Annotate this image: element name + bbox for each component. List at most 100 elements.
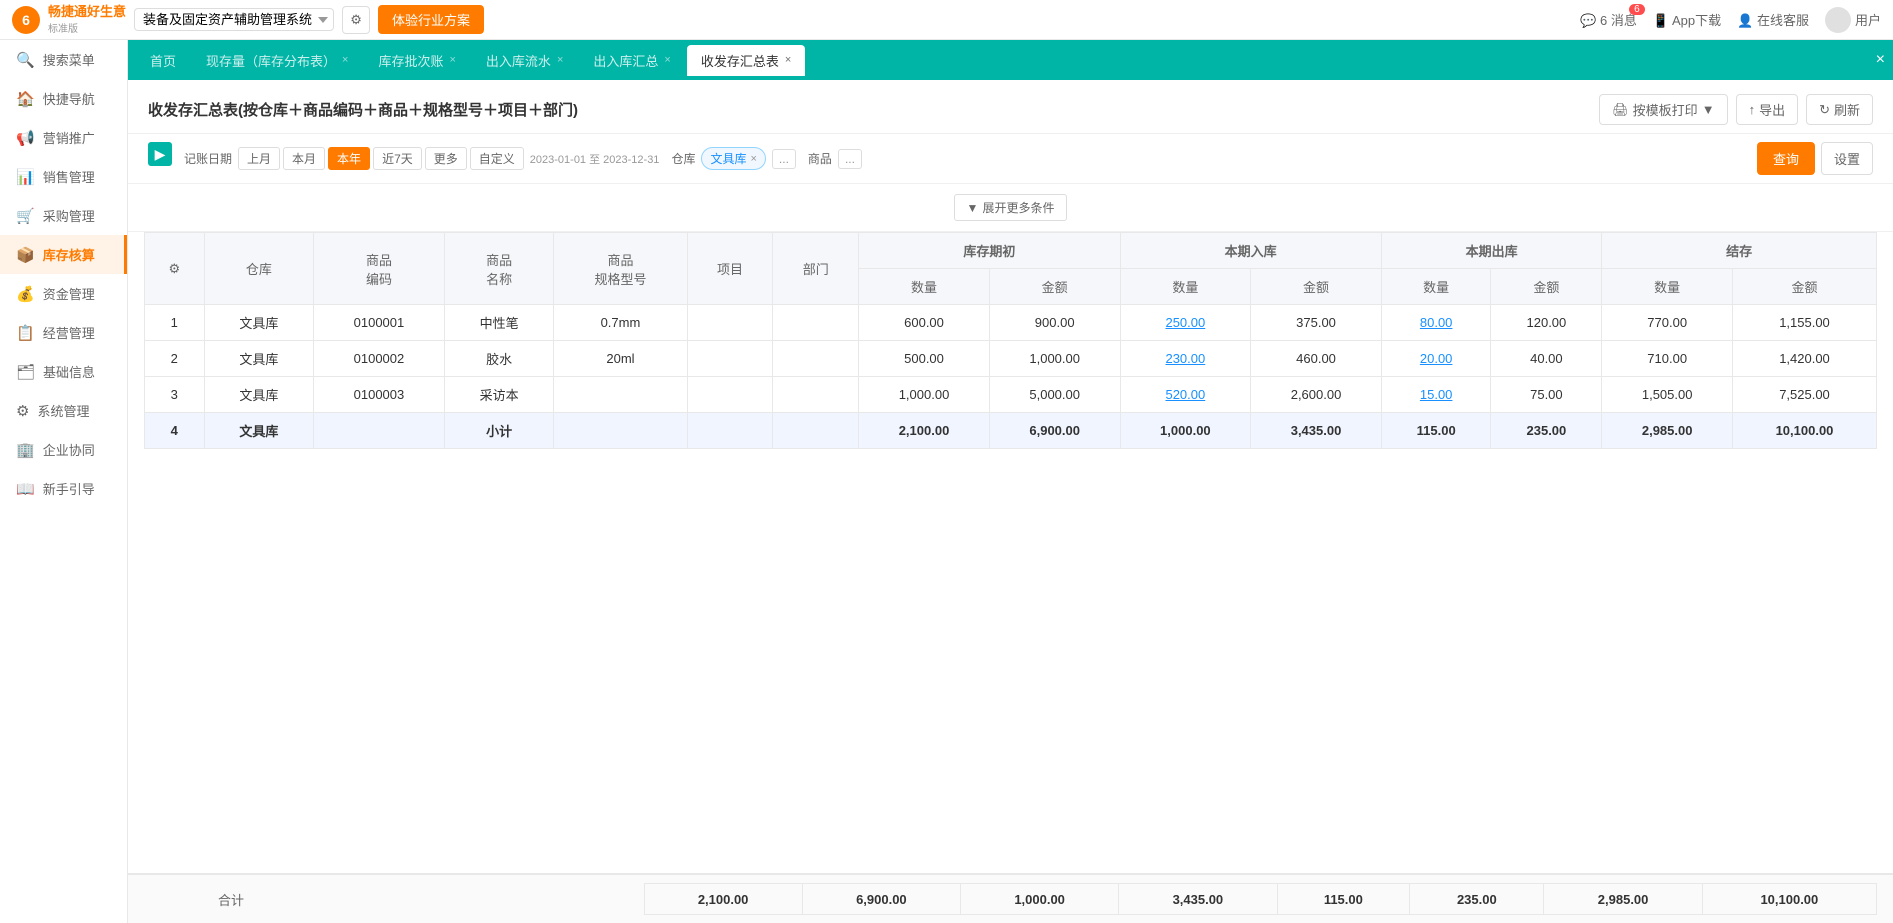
warehouse-filter-section: 仓库 文具库 × ... xyxy=(671,147,795,170)
row-out-qty[interactable]: 15.00 xyxy=(1381,377,1491,413)
sidebar-item-guide[interactable]: 📖 新手引导 xyxy=(0,469,127,508)
app-download[interactable]: 📱 App下载 xyxy=(1653,10,1721,29)
trial-btn[interactable]: 体验行业方案 xyxy=(378,5,484,34)
online-service[interactable]: 👤 在线客服 xyxy=(1737,10,1809,29)
warehouse-tag-close[interactable]: × xyxy=(750,153,756,165)
row-goods-name: 中性笔 xyxy=(444,305,554,341)
row-in-qty[interactable]: 520.00 xyxy=(1120,377,1251,413)
expand-conditions-btn[interactable]: ▼ 展开更多条件 xyxy=(954,194,1068,221)
date-btn-7days[interactable]: 近7天 xyxy=(373,147,422,170)
sidebar-item-marketing[interactable]: 📢 营销推广 xyxy=(0,118,127,157)
sidebar-item-finance[interactable]: 💰 资金管理 xyxy=(0,274,127,313)
sidebar-label-corp: 企业协同 xyxy=(43,440,95,459)
settings-btn[interactable]: ⚙ xyxy=(342,6,370,34)
export-btn[interactable]: ↑ 导出 xyxy=(1736,94,1799,125)
row-dept xyxy=(773,377,859,413)
tab-close-inout-flow[interactable]: × xyxy=(557,54,563,66)
print-btn[interactable]: 🖨 按模板打印 ▼ xyxy=(1599,94,1727,125)
refresh-btn[interactable]: ↻ 刷新 xyxy=(1806,94,1873,125)
date-options: 上月 本月 本年 近7天 更多 自定义 xyxy=(238,147,524,170)
col-bal-qty: 数量 xyxy=(1602,269,1733,305)
expand-row: ▼ 展开更多条件 xyxy=(128,184,1893,232)
sidebar-item-inventory[interactable]: 📦 库存核算 xyxy=(0,235,127,274)
row-goods-name: 小计 xyxy=(444,413,554,449)
sidebar-label-guide: 新手引导 xyxy=(43,479,95,498)
tab-close-inventory-dist[interactable]: × xyxy=(342,54,348,66)
date-btn-this-year[interactable]: 本年 xyxy=(328,147,370,170)
table-wrapper: ⚙ 仓库 商品编码 商品名称 商品规格型号 项目 部门 库存期初 本期入库 本期… xyxy=(128,232,1893,873)
home-icon: 🏠 xyxy=(16,90,35,108)
tab-close-inout-summary[interactable]: × xyxy=(664,54,670,66)
row-in-qty[interactable]: 230.00 xyxy=(1120,341,1251,377)
row-out-qty[interactable]: 20.00 xyxy=(1381,341,1491,377)
row-goods-code: 0100003 xyxy=(314,377,445,413)
settings-filter-btn[interactable]: 设置 xyxy=(1821,142,1873,175)
row-in-qty[interactable]: 1,000.00 xyxy=(1120,413,1251,449)
finance-icon: 💰 xyxy=(16,285,35,303)
tab-inventory-dist[interactable]: 现存量（库存分布表） × xyxy=(192,45,362,76)
sidebar-item-base-info[interactable]: 🗂 基础信息 xyxy=(0,352,127,391)
goods-ellipsis-btn[interactable]: ... xyxy=(838,149,862,169)
footer-opening-amt: 6,900.00 xyxy=(802,884,960,915)
notification-bell[interactable]: 💬 6 6 6 消息 xyxy=(1580,10,1637,29)
row-project xyxy=(687,413,773,449)
tab-close-batch-ledger[interactable]: × xyxy=(449,54,455,66)
row-opening-qty: 500.00 xyxy=(859,341,990,377)
row-bal-amt: 7,525.00 xyxy=(1733,377,1877,413)
row-bal-amt: 1,155.00 xyxy=(1733,305,1877,341)
date-filter-section: 记账日期 上月 本月 本年 近7天 更多 自定义 2023-01-01 至 20… xyxy=(184,147,659,170)
row-out-qty[interactable]: 80.00 xyxy=(1381,305,1491,341)
sidebar-item-operations[interactable]: 📋 经营管理 xyxy=(0,313,127,352)
sidebar-item-purchase[interactable]: 🛒 采购管理 xyxy=(0,196,127,235)
tab-bar-close[interactable]: × xyxy=(1876,51,1885,69)
guide-icon: 📖 xyxy=(16,480,35,498)
tab-batch-ledger[interactable]: 库存批次账 × xyxy=(364,45,469,76)
row-in-qty[interactable]: 250.00 xyxy=(1120,305,1251,341)
col-header-dept: 部门 xyxy=(773,233,859,305)
row-bal-qty: 2,985.00 xyxy=(1602,413,1733,449)
row-warehouse: 文具库 xyxy=(204,341,314,377)
query-btn[interactable]: 查询 xyxy=(1757,142,1815,175)
warehouse-ellipsis-btn[interactable]: ... xyxy=(772,149,796,169)
sidebar-item-quick-nav[interactable]: 🏠 快捷导航 xyxy=(0,79,127,118)
sidebar-item-sales[interactable]: 📊 销售管理 xyxy=(0,157,127,196)
col-group-period-in: 本期入库 xyxy=(1120,233,1381,269)
row-bal-qty: 1,505.00 xyxy=(1602,377,1733,413)
header-actions: 🖨 按模板打印 ▼ ↑ 导出 ↻ 刷新 xyxy=(1599,94,1873,125)
tab-inout-summary[interactable]: 出入库汇总 × xyxy=(579,45,684,76)
col-header-project: 项目 xyxy=(687,233,773,305)
logo-line2: 标准版 xyxy=(48,20,126,35)
date-btn-custom[interactable]: 自定义 xyxy=(470,147,524,170)
table-settings-icon[interactable]: ⚙ xyxy=(145,233,205,305)
warehouse-filter-label: 仓库 xyxy=(671,150,695,167)
row-opening-amt: 1,000.00 xyxy=(989,341,1120,377)
user-menu[interactable]: 用户 xyxy=(1825,7,1881,33)
tab-inout-flow[interactable]: 出入库流水 × xyxy=(472,45,577,76)
table-footer: 合计 2,100.00 6,900.00 1,000.00 3,435.00 1… xyxy=(128,873,1893,923)
system-select[interactable]: 装备及固定资产辅助管理系统 xyxy=(134,8,334,31)
filter-toggle-btn[interactable]: ▶ xyxy=(148,142,172,166)
user-label: 用户 xyxy=(1855,10,1881,29)
date-btn-this-month[interactable]: 本月 xyxy=(283,147,325,170)
tab-close-receipt-summary[interactable]: × xyxy=(785,54,791,66)
col-header-warehouse: 仓库 xyxy=(204,233,314,305)
sidebar-item-corp[interactable]: 🏢 企业协同 xyxy=(0,430,127,469)
tab-receipt-summary[interactable]: 收发存汇总表 × xyxy=(687,45,805,76)
sidebar-item-search[interactable]: 🔍 搜索菜单 xyxy=(0,40,127,79)
action-btns: 查询 设置 xyxy=(1757,142,1873,175)
goods-filter-section: 商品 ... xyxy=(808,149,862,169)
warehouse-tag[interactable]: 文具库 × xyxy=(701,147,765,170)
sidebar-item-system[interactable]: ⚙ 系统管理 xyxy=(0,391,127,430)
row-index: 3 xyxy=(145,377,205,413)
row-bal-amt: 1,420.00 xyxy=(1733,341,1877,377)
main-content: 收发存汇总表(按仓库＋商品编码＋商品＋规格型号＋项目＋部门) 🖨 按模板打印 ▼… xyxy=(128,80,1893,923)
sidebar-label-operations: 经营管理 xyxy=(43,323,95,342)
date-btn-more[interactable]: 更多 xyxy=(425,147,467,170)
row-out-qty[interactable]: 115.00 xyxy=(1381,413,1491,449)
date-btn-last-month[interactable]: 上月 xyxy=(238,147,280,170)
logo-line1: 畅捷通好生意 xyxy=(48,4,126,20)
top-bar-left: 6 畅捷通好生意 标准版 装备及固定资产辅助管理系统 ⚙ 体验行业方案 xyxy=(12,4,484,35)
row-dept xyxy=(773,305,859,341)
row-bal-amt: 10,100.00 xyxy=(1733,413,1877,449)
tab-home[interactable]: 首页 xyxy=(136,45,190,76)
